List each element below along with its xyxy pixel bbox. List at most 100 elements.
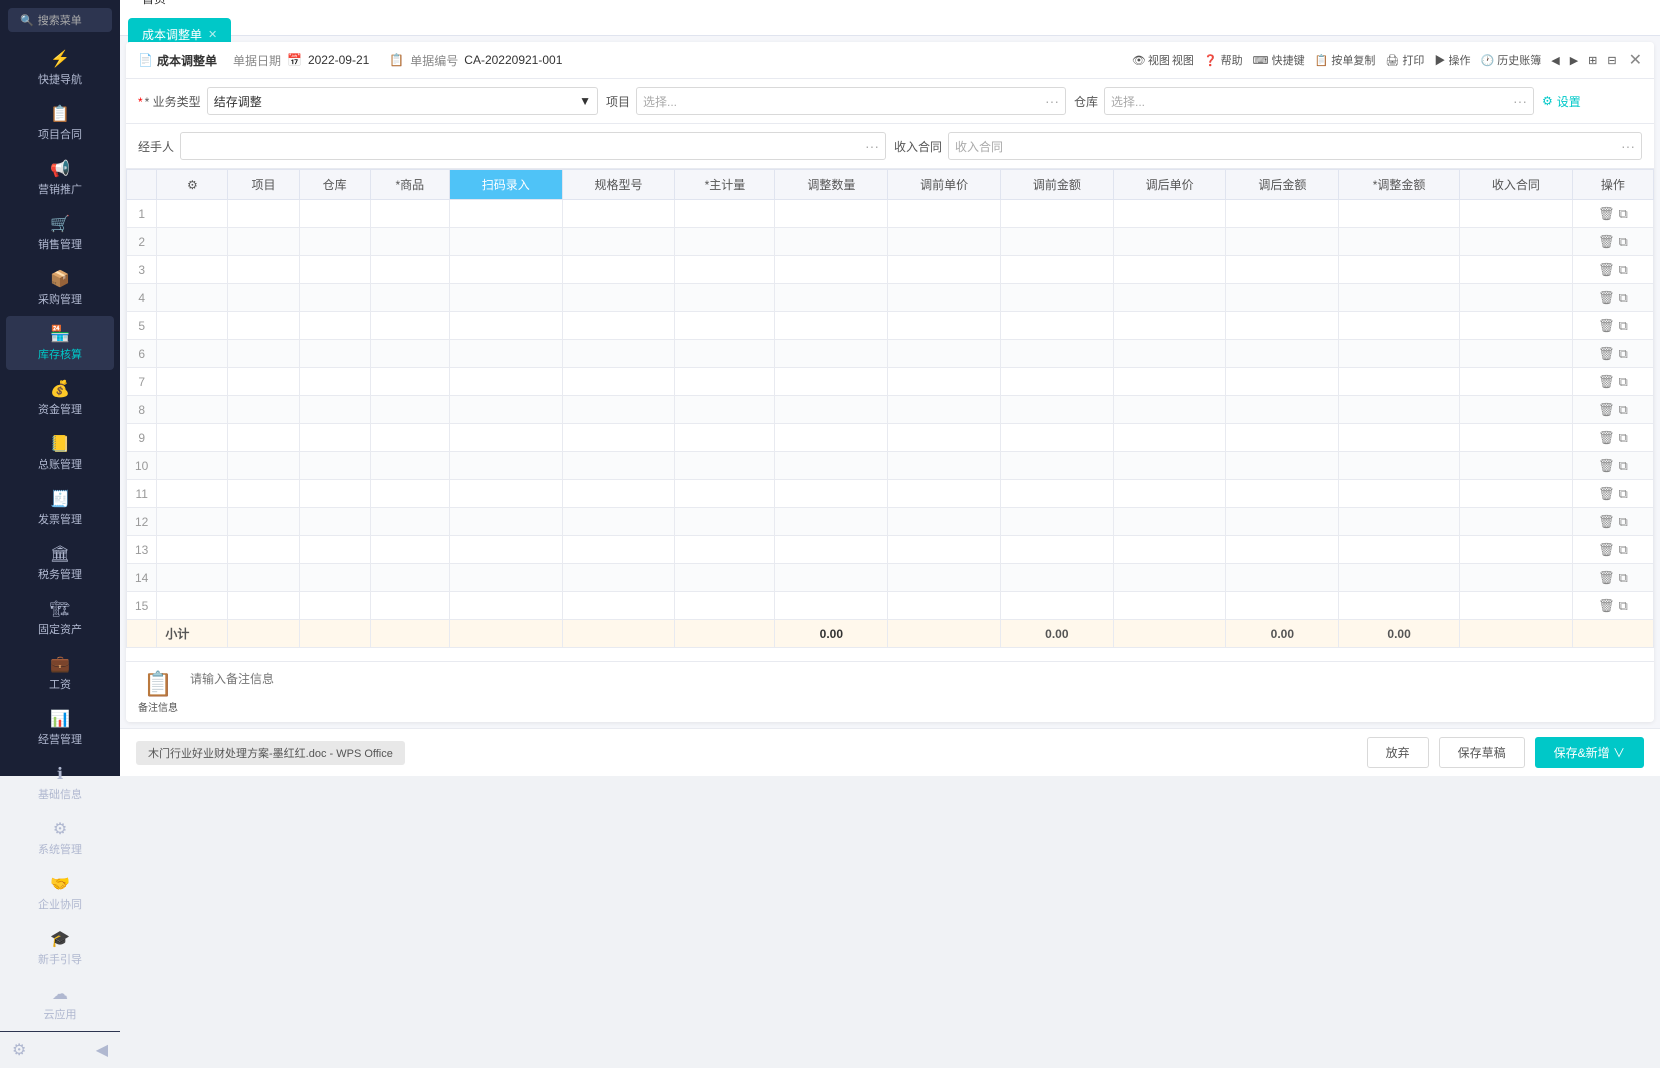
- cell-income_contract-4[interactable]: [1460, 284, 1573, 312]
- cell-settings-13[interactable]: [157, 536, 228, 564]
- cell-before_price-3[interactable]: [888, 256, 1001, 284]
- cell-scan-8[interactable]: [449, 396, 562, 424]
- cell-after_amount-9[interactable]: [1226, 424, 1339, 452]
- cell-warehouse-2[interactable]: [299, 228, 370, 256]
- cell-qty-5[interactable]: [775, 312, 888, 340]
- cell-before_price-6[interactable]: [888, 340, 1001, 368]
- cell-product-8[interactable]: [370, 396, 449, 424]
- cell-warehouse-9[interactable]: [299, 424, 370, 452]
- cell-warehouse-4[interactable]: [299, 284, 370, 312]
- copy-btn-1[interactable]: ⧉: [1618, 206, 1627, 222]
- cell-settings-12[interactable]: [157, 508, 228, 536]
- taskbar-item[interactable]: 木门行业好业财处理方案-墨红红.doc - WPS Office: [136, 741, 405, 765]
- cell-before_price-13[interactable]: [888, 536, 1001, 564]
- cell-income_contract-6[interactable]: [1460, 340, 1573, 368]
- cell-unit-15[interactable]: [675, 592, 775, 620]
- cell-income_contract-9[interactable]: [1460, 424, 1573, 452]
- delete-btn-6[interactable]: 🗑: [1598, 346, 1615, 362]
- cell-before_price-11[interactable]: [888, 480, 1001, 508]
- warehouse-input[interactable]: 选择... ···: [1104, 87, 1534, 115]
- cell-adjust_amount-8[interactable]: [1339, 396, 1460, 424]
- cell-qty-10[interactable]: [775, 452, 888, 480]
- cell-before_amount-5[interactable]: [1000, 312, 1113, 340]
- cell-settings-15[interactable]: [157, 592, 228, 620]
- cell-project-2[interactable]: [228, 228, 299, 256]
- cell-settings-3[interactable]: [157, 256, 228, 284]
- cell-scan-9[interactable]: [449, 424, 562, 452]
- sidebar-item-system-mgmt[interactable]: ⚙系统管理: [6, 811, 114, 865]
- cell-adjust_amount-14[interactable]: [1339, 564, 1460, 592]
- cell-product-6[interactable]: [370, 340, 449, 368]
- cell-spec-13[interactable]: [562, 536, 675, 564]
- copy-btn-3[interactable]: ⧉: [1618, 262, 1627, 278]
- copy-btn-5[interactable]: ⧉: [1618, 318, 1627, 334]
- sidebar-item-payroll[interactable]: 💼工资: [6, 646, 114, 700]
- cell-adjust_amount-13[interactable]: [1339, 536, 1460, 564]
- cell-after_price-13[interactable]: [1113, 536, 1226, 564]
- cell-warehouse-13[interactable]: [299, 536, 370, 564]
- cell-after_price-1[interactable]: [1113, 200, 1226, 228]
- delete-btn-5[interactable]: 🗑: [1598, 318, 1615, 334]
- cell-before_amount-4[interactable]: [1000, 284, 1113, 312]
- cell-unit-11[interactable]: [675, 480, 775, 508]
- cell-qty-4[interactable]: [775, 284, 888, 312]
- action-view[interactable]: 👁 视图视图: [1132, 52, 1194, 68]
- cell-product-5[interactable]: [370, 312, 449, 340]
- cell-income_contract-12[interactable]: [1460, 508, 1573, 536]
- copy-btn-2[interactable]: ⧉: [1618, 234, 1627, 250]
- cell-before_amount-13[interactable]: [1000, 536, 1113, 564]
- cell-after_price-11[interactable]: [1113, 480, 1226, 508]
- cell-product-3[interactable]: [370, 256, 449, 284]
- copy-btn-8[interactable]: ⧉: [1618, 402, 1627, 418]
- sidebar-item-new-guide[interactable]: 🎓新手引导: [6, 921, 114, 975]
- cell-after_amount-15[interactable]: [1226, 592, 1339, 620]
- action-next[interactable]: ▶: [1570, 54, 1578, 67]
- sidebar-item-purchase-mgmt[interactable]: 📦采购管理: [6, 261, 114, 315]
- cell-income_contract-14[interactable]: [1460, 564, 1573, 592]
- cell-settings-7[interactable]: [157, 368, 228, 396]
- cell-income_contract-5[interactable]: [1460, 312, 1573, 340]
- settings-icon[interactable]: ⚙: [12, 1040, 26, 1060]
- cell-adjust_amount-6[interactable]: [1339, 340, 1460, 368]
- cell-before_price-2[interactable]: [888, 228, 1001, 256]
- cell-qty-12[interactable]: [775, 508, 888, 536]
- cell-unit-13[interactable]: [675, 536, 775, 564]
- cell-before_price-15[interactable]: [888, 592, 1001, 620]
- cell-unit-9[interactable]: [675, 424, 775, 452]
- cell-income_contract-2[interactable]: [1460, 228, 1573, 256]
- cell-before_amount-10[interactable]: [1000, 452, 1113, 480]
- cell-scan-14[interactable]: [449, 564, 562, 592]
- cell-scan-4[interactable]: [449, 284, 562, 312]
- action-history[interactable]: 🕐 历史账簿: [1480, 52, 1541, 68]
- cell-income_contract-15[interactable]: [1460, 592, 1573, 620]
- copy-btn-15[interactable]: ⧉: [1618, 598, 1627, 614]
- cell-unit-8[interactable]: [675, 396, 775, 424]
- sidebar-search[interactable]: 🔍 搜索菜单: [8, 8, 112, 32]
- cell-after_amount-14[interactable]: [1226, 564, 1339, 592]
- action-shortcuts[interactable]: ⌨ 快捷键: [1253, 52, 1305, 68]
- discard-button[interactable]: 放弃: [1367, 737, 1429, 768]
- cell-after_price-9[interactable]: [1113, 424, 1226, 452]
- collapse-icon[interactable]: ◀: [96, 1040, 108, 1060]
- cell-project-10[interactable]: [228, 452, 299, 480]
- income-contract-input[interactable]: 收入合同 ···: [948, 132, 1642, 160]
- delete-btn-15[interactable]: 🗑: [1598, 598, 1615, 614]
- copy-btn-10[interactable]: ⧉: [1618, 458, 1627, 474]
- save-new-button[interactable]: 保存&新增 ∨: [1535, 737, 1644, 768]
- sidebar-item-cloud-apps[interactable]: ☁云应用: [6, 976, 114, 1030]
- cell-settings-2[interactable]: [157, 228, 228, 256]
- cell-qty-15[interactable]: [775, 592, 888, 620]
- cell-settings-11[interactable]: [157, 480, 228, 508]
- cell-income_contract-8[interactable]: [1460, 396, 1573, 424]
- cell-scan-13[interactable]: [449, 536, 562, 564]
- cell-spec-1[interactable]: [562, 200, 675, 228]
- cell-product-2[interactable]: [370, 228, 449, 256]
- cell-before_price-14[interactable]: [888, 564, 1001, 592]
- cell-qty-3[interactable]: [775, 256, 888, 284]
- cell-spec-12[interactable]: [562, 508, 675, 536]
- tab-close-cost-adjust[interactable]: ✕: [208, 28, 217, 41]
- cell-after_amount-12[interactable]: [1226, 508, 1339, 536]
- cell-project-7[interactable]: [228, 368, 299, 396]
- cell-project-13[interactable]: [228, 536, 299, 564]
- cell-scan-11[interactable]: [449, 480, 562, 508]
